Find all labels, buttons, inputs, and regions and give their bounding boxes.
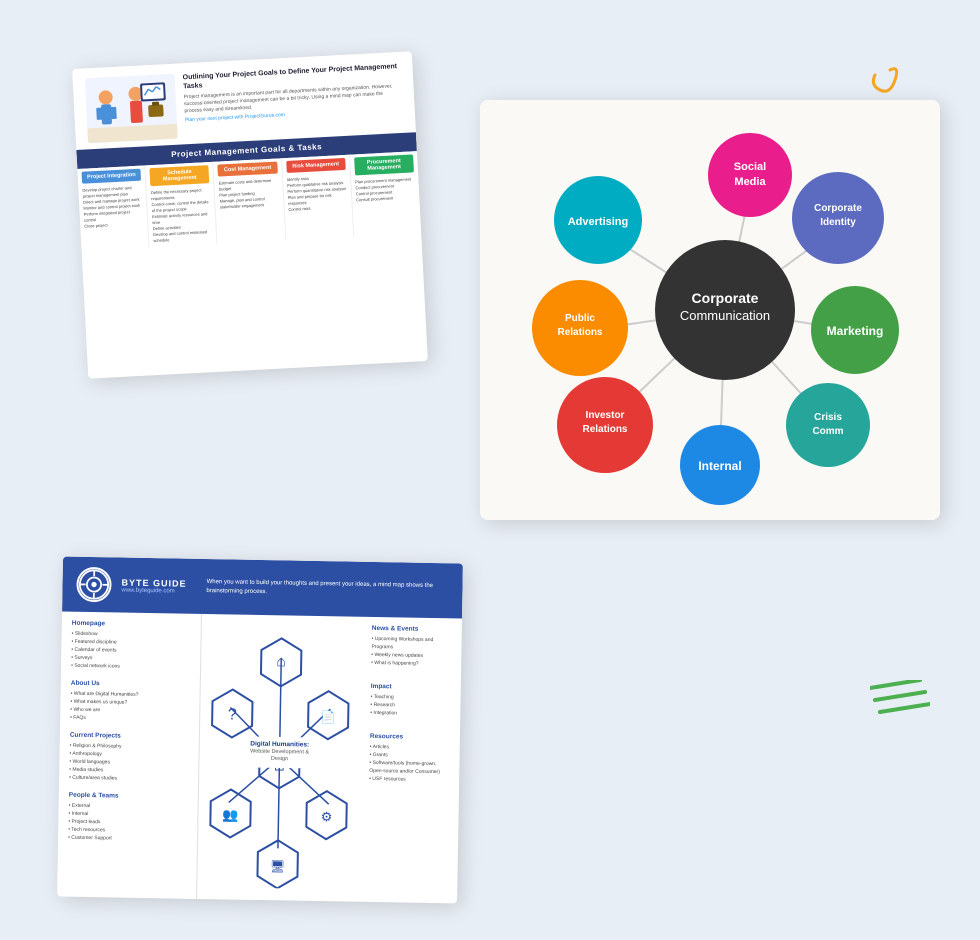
byteguide-section-news: News & Events • Upcoming Workshops and P… bbox=[371, 625, 452, 668]
section-title-news: News & Events bbox=[372, 625, 452, 633]
svg-text:Crisis: Crisis bbox=[814, 412, 842, 423]
svg-text:Social: Social bbox=[734, 161, 766, 173]
section-items-aboutus: • What are Digital Humanities?• What mak… bbox=[70, 690, 190, 724]
svg-text:Relations: Relations bbox=[557, 327, 602, 338]
svg-text:Public: Public bbox=[565, 313, 595, 324]
section-title-resources: Resources bbox=[370, 733, 450, 741]
section-items-resources: • Articles• Grants• Software/tools (home… bbox=[369, 743, 450, 784]
section-title-aboutus: About Us bbox=[71, 680, 190, 689]
section-items-homepage: • Slideshow• Featured discipline• Calend… bbox=[71, 630, 191, 672]
byteguide-section-people: People & Teams • External• Internal• Pro… bbox=[68, 792, 188, 844]
col-header-integration: Project Integration bbox=[82, 169, 142, 184]
col-header-cost: Cost Management bbox=[218, 162, 278, 177]
byteguide-body: Homepage • Slideshow• Featured disciplin… bbox=[57, 612, 462, 904]
col-header-procurement: Procurement Management bbox=[354, 154, 414, 175]
svg-text:📄: 📄 bbox=[321, 710, 336, 724]
svg-text:Internal: Internal bbox=[698, 459, 741, 473]
col-header-risk: Risk Management bbox=[286, 158, 346, 173]
svg-text:?: ? bbox=[228, 706, 237, 723]
svg-text:Corporate: Corporate bbox=[692, 290, 759, 306]
svg-text:⌂: ⌂ bbox=[276, 653, 286, 670]
section-items-impact: • Teaching• Research• Integration bbox=[370, 693, 450, 718]
svg-text:⚙: ⚙ bbox=[321, 809, 333, 824]
svg-text:🖥: 🖥 bbox=[270, 859, 285, 873]
section-items-news: • Upcoming Workshops and Programs• Weekl… bbox=[371, 635, 452, 668]
byteguide-section-homepage: Homepage • Slideshow• Featured disciplin… bbox=[71, 620, 191, 672]
byteguide-brand: BYTE GUIDE www.byteguide.com bbox=[121, 577, 186, 594]
byteguide-document: BYTE GUIDE www.byteguide.com When you wa… bbox=[57, 557, 463, 904]
col-header-schedule: Schedule Management bbox=[150, 165, 210, 186]
section-items-projects: • Religion & Philosophy• Anthropology• W… bbox=[69, 742, 189, 784]
section-title-homepage: Homepage bbox=[72, 620, 191, 629]
byteguide-right-sections: News & Events • Upcoming Workshops and P… bbox=[357, 617, 462, 904]
svg-text:Advertising: Advertising bbox=[568, 216, 629, 228]
svg-text:Marketing: Marketing bbox=[827, 324, 884, 338]
section-title-impact: Impact bbox=[371, 683, 451, 691]
project-columns: Project Integration Develop project char… bbox=[77, 151, 421, 251]
center-hex-sub: Website Development & Design bbox=[241, 749, 317, 765]
svg-text:Communication: Communication bbox=[680, 308, 770, 323]
green-lines-decoration bbox=[870, 680, 920, 720]
byteguide-header: BYTE GUIDE www.byteguide.com When you wa… bbox=[62, 557, 463, 619]
svg-text:Comm: Comm bbox=[812, 426, 843, 437]
byteguide-brand-url: www.byteguide.com bbox=[121, 587, 186, 594]
byteguide-logo-icon bbox=[76, 567, 112, 603]
byteguide-hex-diagram: ⌂ ? 📄 ⊞ 👥 ⚙ bbox=[197, 614, 362, 902]
byteguide-section-impact: Impact • Teaching• Research• Integration bbox=[370, 683, 451, 718]
byteguide-section-projects: Current Projects • Religion & Philosophy… bbox=[69, 732, 189, 784]
project-illustration bbox=[85, 74, 178, 144]
svg-text:Corporate: Corporate bbox=[814, 203, 862, 214]
svg-text:Media: Media bbox=[734, 176, 766, 188]
byteguide-left-panel: Homepage • Slideshow• Featured disciplin… bbox=[57, 612, 202, 899]
section-title-projects: Current Projects bbox=[70, 732, 189, 741]
svg-text:👥: 👥 bbox=[222, 807, 238, 822]
project-management-document: Outlining Your Project Goals to Define Y… bbox=[72, 51, 428, 378]
svg-text:Investor: Investor bbox=[586, 410, 625, 421]
mindmap-document: Social Media Corporate Identity Marketin… bbox=[480, 100, 940, 520]
svg-text:Identity: Identity bbox=[820, 217, 856, 228]
byteguide-section-resources: Resources • Articles• Grants• Software/t… bbox=[369, 733, 450, 784]
byteguide-right-area: ⌂ ? 📄 ⊞ 👥 ⚙ bbox=[197, 614, 462, 903]
byteguide-brand-name: BYTE GUIDE bbox=[121, 577, 186, 588]
byteguide-header-desc: When you want to build your thoughts and… bbox=[206, 578, 448, 600]
mindmap-container: Social Media Corporate Identity Marketin… bbox=[480, 100, 940, 520]
section-items-people: • External• Internal• Project leads• Tec… bbox=[68, 802, 188, 844]
section-title-people: People & Teams bbox=[69, 792, 188, 801]
byteguide-section-aboutus: About Us • What are Digital Humanities?•… bbox=[70, 680, 190, 724]
svg-text:Relations: Relations bbox=[582, 424, 627, 435]
